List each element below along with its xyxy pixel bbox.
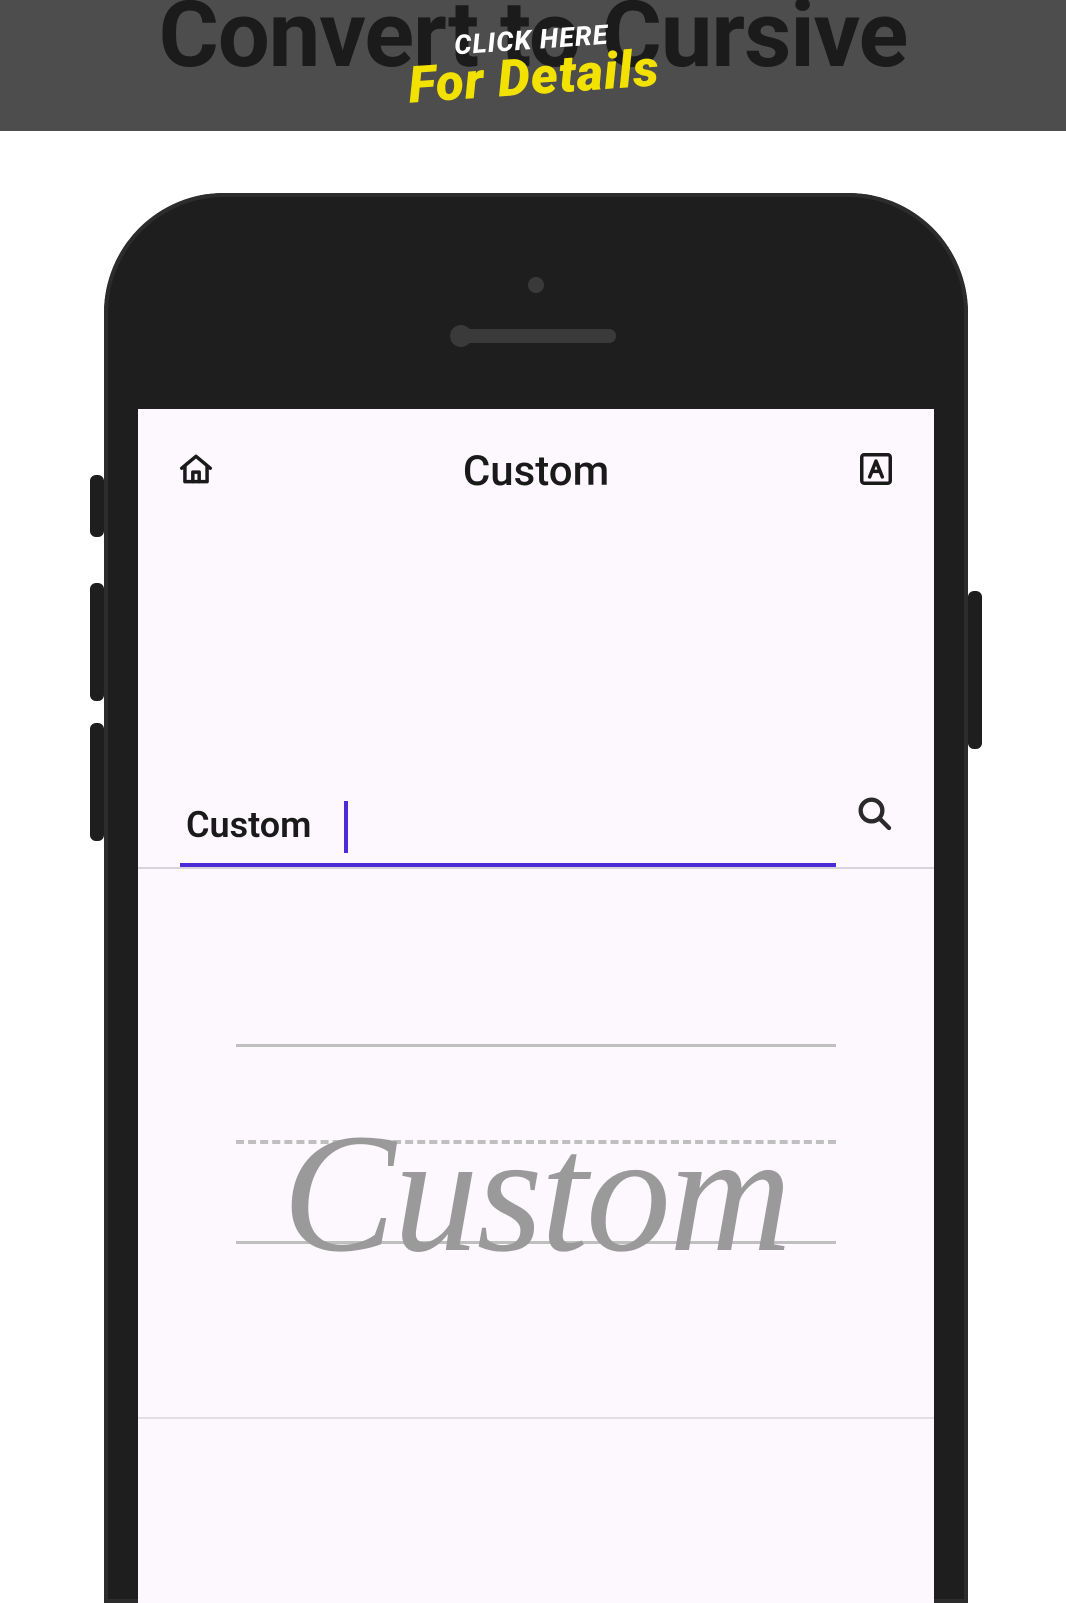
phone-power-button	[968, 591, 982, 749]
text-caret	[344, 801, 348, 853]
top-banner: Convert to Cursive CLICK HERE For Detail…	[0, 0, 1066, 131]
phone-mute-switch	[90, 475, 104, 537]
input-row	[138, 769, 934, 869]
guide-top-line	[236, 1044, 836, 1047]
phone-speaker	[456, 329, 616, 343]
phone-sensor	[528, 277, 544, 293]
app-bar: Custom	[138, 409, 934, 529]
phone-volume-down	[90, 723, 104, 841]
page-title: Custom	[463, 447, 609, 496]
cursive-preview: Custom	[138, 871, 934, 1419]
text-input-wrap	[180, 795, 836, 867]
stage: Custom	[0, 131, 1066, 1600]
word-input[interactable]	[180, 795, 836, 867]
font-style-icon	[857, 450, 895, 492]
guide-mid-line	[236, 1140, 836, 1144]
search-icon	[854, 818, 894, 837]
home-icon	[177, 450, 215, 492]
writing-guide-lines: Custom	[236, 1044, 836, 1244]
cursive-output-text: Custom	[226, 980, 846, 1294]
phone-mockup-body: Custom	[104, 193, 968, 1603]
phone-volume-up	[90, 583, 104, 701]
phone-screen: Custom	[138, 409, 934, 1603]
guide-bottom-line	[236, 1241, 836, 1244]
badge-line-2: For Details	[407, 45, 661, 111]
font-style-button[interactable]	[854, 449, 898, 493]
home-button[interactable]	[174, 449, 218, 493]
search-button[interactable]	[854, 793, 898, 837]
